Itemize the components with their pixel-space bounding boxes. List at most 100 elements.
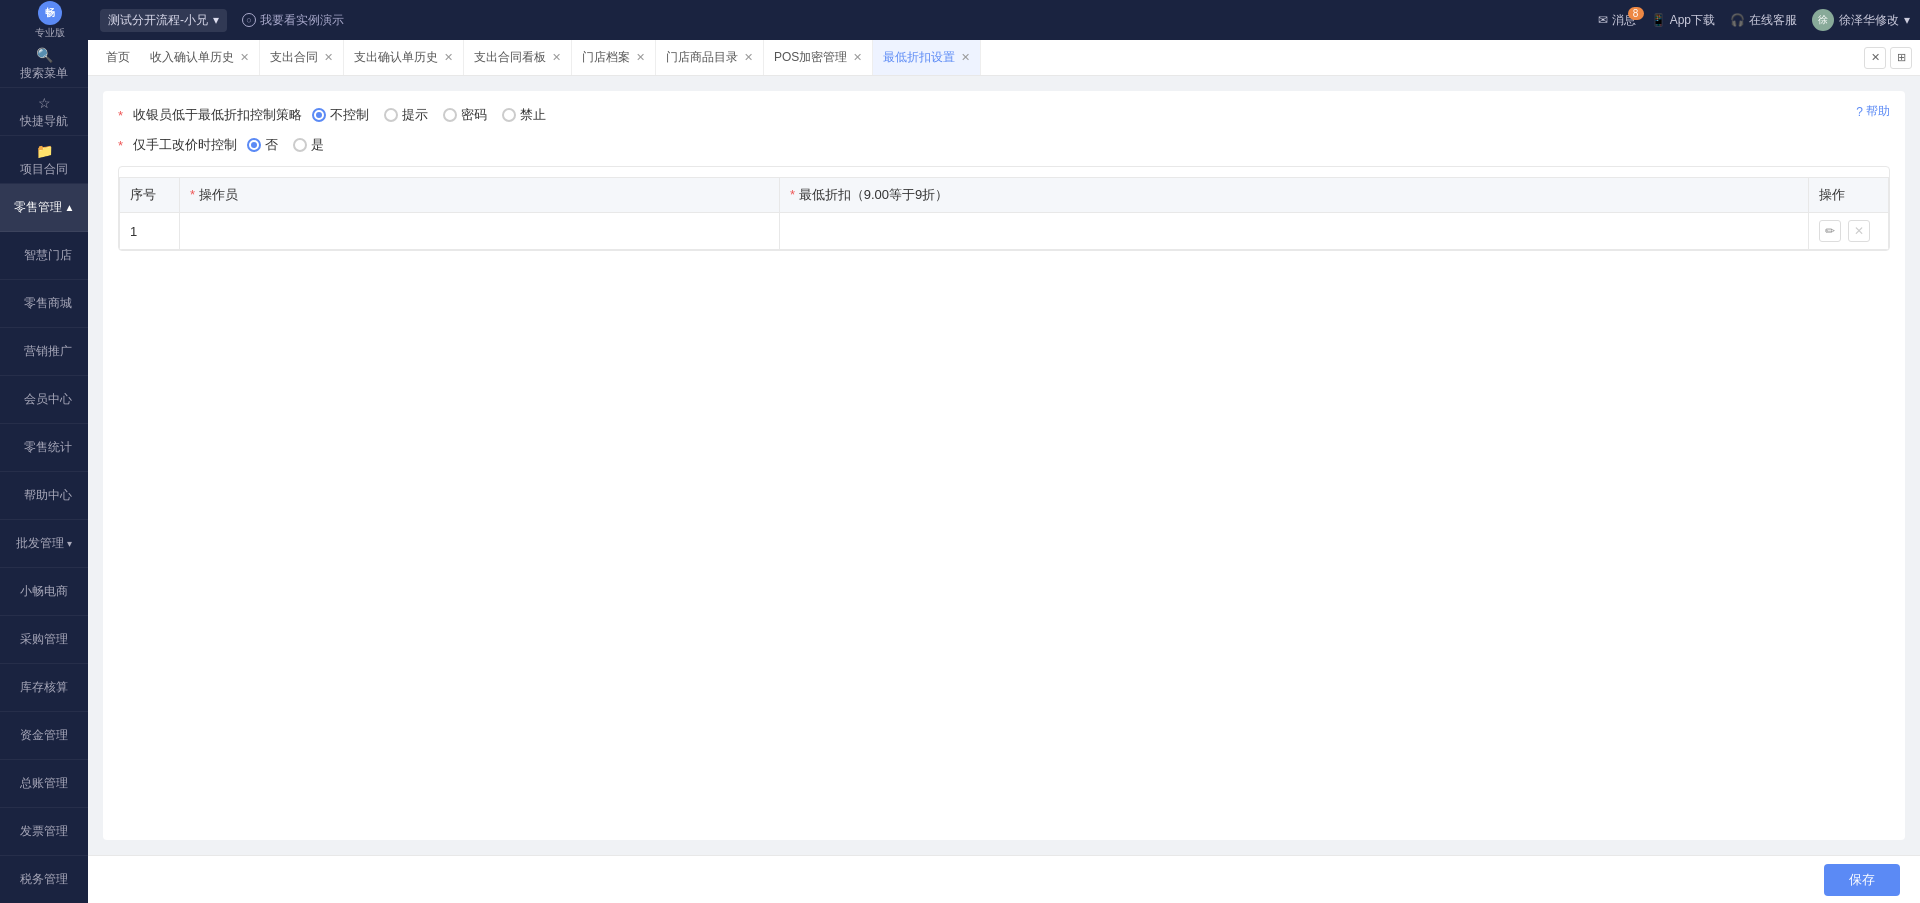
content-area: 首页 收入确认单历史 ✕ 支出合同 ✕ 支出确认单历史 ✕ 支出合同看板 ✕ 门… bbox=[88, 40, 1920, 903]
tab-store-archive[interactable]: 门店档案 ✕ bbox=[572, 40, 656, 76]
project-selector[interactable]: 测试分开流程-小兄 ▾ bbox=[100, 9, 227, 32]
sidebar-item-project[interactable]: 📁 项目合同 bbox=[0, 136, 88, 184]
sidebar-item-inventory[interactable]: 库存核算 bbox=[0, 664, 88, 712]
close-payment-contract-tab[interactable]: ✕ bbox=[324, 51, 333, 64]
sidebar-item-retail[interactable]: 零售管理 ▲ bbox=[0, 184, 88, 232]
sidebar-item-online-store[interactable]: 零售商城 bbox=[0, 280, 88, 328]
sidebar-item-tax[interactable]: 税务管理 bbox=[0, 856, 88, 903]
close-pos-password-tab[interactable]: ✕ bbox=[853, 51, 862, 64]
radio-manual-no-circle bbox=[247, 138, 261, 152]
sidebar-item-smart-store[interactable]: 智慧门店 bbox=[0, 232, 88, 280]
tab-actions: ✕ ⊞ bbox=[1864, 47, 1912, 69]
customer-service-button[interactable]: 🎧 在线客服 bbox=[1730, 12, 1797, 29]
project-name: 测试分开流程-小兄 bbox=[108, 12, 208, 29]
tab-min-discount[interactable]: 最低折扣设置 ✕ bbox=[873, 40, 981, 76]
close-income-history-tab[interactable]: ✕ bbox=[240, 51, 249, 64]
policy-required-star: * bbox=[118, 108, 123, 123]
sidebar-label-shortcut: 快捷导航 bbox=[20, 114, 68, 130]
sidebar-label-tax: 税务管理 bbox=[20, 872, 68, 888]
cell-min-discount bbox=[780, 213, 1809, 250]
tab-store-products[interactable]: 门店商品目录 ✕ bbox=[656, 40, 764, 76]
sidebar-item-help[interactable]: 帮助中心 bbox=[0, 472, 88, 520]
policy-no-control[interactable]: 不控制 bbox=[312, 106, 369, 124]
sidebar-item-marketing[interactable]: 营销推广 bbox=[0, 328, 88, 376]
app-download-button[interactable]: 📱 App下载 bbox=[1651, 12, 1715, 29]
sidebar-item-ecommerce[interactable]: 小畅电商 bbox=[0, 568, 88, 616]
sidebar-label-wholesale: 批发管理 bbox=[16, 536, 64, 552]
policy-form-row: * 收银员低于最低折扣控制策略 不控制 提示 bbox=[118, 106, 1890, 124]
close-payment-confirm-history-tab[interactable]: ✕ bbox=[444, 51, 453, 64]
table-body: 1 ✏ ✕ bbox=[120, 213, 1889, 250]
wholesale-arrow-icon: ▾ bbox=[67, 537, 72, 550]
th-actions: 操作 bbox=[1809, 178, 1889, 213]
sidebar-label-member: 会员中心 bbox=[24, 392, 72, 408]
radio-manual-yes-circle bbox=[293, 138, 307, 152]
policy-password[interactable]: 密码 bbox=[443, 106, 487, 124]
manual-no[interactable]: 否 bbox=[247, 136, 278, 154]
tab-home[interactable]: 首页 bbox=[96, 40, 140, 76]
sidebar-label-search: 搜索菜单 bbox=[20, 66, 68, 82]
retail-arrow-icon: ▲ bbox=[65, 201, 75, 214]
phone-icon: 📱 bbox=[1651, 13, 1666, 27]
avatar: 徐 bbox=[1812, 9, 1834, 31]
logo-area: 畅 专业版 bbox=[10, 1, 90, 40]
policy-radio-group: 不控制 提示 密码 禁止 bbox=[312, 106, 546, 124]
sidebar-label-help: 帮助中心 bbox=[24, 488, 72, 504]
tab-income-history[interactable]: 收入确认单历史 ✕ bbox=[140, 40, 260, 76]
tab-payment-confirm-history[interactable]: 支出确认单历史 ✕ bbox=[344, 40, 464, 76]
sidebar-label-ecommerce: 小畅电商 bbox=[20, 584, 68, 600]
close-store-archive-tab[interactable]: ✕ bbox=[636, 51, 645, 64]
sidebar-item-search[interactable]: 🔍 搜索菜单 bbox=[0, 40, 88, 88]
policy-hint[interactable]: 提示 bbox=[384, 106, 428, 124]
policy-forbid[interactable]: 禁止 bbox=[502, 106, 546, 124]
close-store-products-tab[interactable]: ✕ bbox=[744, 51, 753, 64]
sidebar-label-stats: 零售统计 bbox=[24, 440, 72, 456]
demo-link[interactable]: ○ 我要看实例演示 bbox=[242, 12, 344, 29]
folder-icon: 📁 bbox=[36, 142, 53, 160]
th-min-discount: * 最低折扣（9.00等于9折） bbox=[780, 178, 1809, 213]
sidebar-label-project: 项目合同 bbox=[20, 162, 68, 178]
save-button[interactable]: 保存 bbox=[1824, 864, 1900, 896]
close-payment-board-tab[interactable]: ✕ bbox=[552, 51, 561, 64]
top-header: 畅 专业版 测试分开流程-小兄 ▾ ○ 我要看实例演示 ✉ 消息 8 📱 App… bbox=[0, 0, 1920, 40]
sidebar-item-finance[interactable]: 资金管理 bbox=[0, 712, 88, 760]
radio-password-circle bbox=[443, 108, 457, 122]
restore-tab-button[interactable]: ⊞ bbox=[1890, 47, 1912, 69]
sidebar-label-finance: 资金管理 bbox=[20, 728, 68, 744]
tab-payment-board[interactable]: 支出合同看板 ✕ bbox=[464, 40, 572, 76]
sidebar-item-member[interactable]: 会员中心 bbox=[0, 376, 88, 424]
close-min-discount-tab[interactable]: ✕ bbox=[961, 51, 970, 64]
cell-actions: ✏ ✕ bbox=[1809, 213, 1889, 250]
policy-label: 收银员低于最低折扣控制策略 bbox=[133, 106, 302, 124]
main-layout: 🔍 搜索菜单 ☆ 快捷导航 📁 项目合同 零售管理 ▲ 智慧门店 零售商城 营销… bbox=[0, 40, 1920, 903]
sidebar-item-stats[interactable]: 零售统计 bbox=[0, 424, 88, 472]
sidebar-label-marketing: 营销推广 bbox=[24, 344, 72, 360]
edit-row-button[interactable]: ✏ bbox=[1819, 220, 1841, 242]
table-row: 1 ✏ ✕ bbox=[120, 213, 1889, 250]
sidebar-item-shortcut[interactable]: ☆ 快捷导航 bbox=[0, 88, 88, 136]
tab-payment-contract[interactable]: 支出合同 ✕ bbox=[260, 40, 344, 76]
sidebar-label-smart-store: 智慧门店 bbox=[24, 248, 72, 264]
logo-text: 专业版 bbox=[35, 26, 65, 40]
manual-yes[interactable]: 是 bbox=[293, 136, 324, 154]
help-button[interactable]: ? 帮助 bbox=[1856, 103, 1890, 120]
cell-operator bbox=[180, 213, 780, 250]
close-tab-button[interactable]: ✕ bbox=[1864, 47, 1886, 69]
sidebar-label-invoice: 发票管理 bbox=[20, 824, 68, 840]
messages-button[interactable]: ✉ 消息 8 bbox=[1598, 12, 1636, 29]
th-seq: 序号 bbox=[120, 178, 180, 213]
sidebar-item-invoice[interactable]: 发票管理 bbox=[0, 808, 88, 856]
sidebar-label-purchase: 采购管理 bbox=[20, 632, 68, 648]
sidebar-item-purchase[interactable]: 采购管理 bbox=[0, 616, 88, 664]
user-dropdown-icon: ▾ bbox=[1904, 13, 1910, 27]
message-icon: ✉ bbox=[1598, 13, 1608, 27]
user-info[interactable]: 徐 徐泽华修改 ▾ bbox=[1812, 9, 1910, 31]
sidebar-item-ledger[interactable]: 总账管理 bbox=[0, 760, 88, 808]
demo-circle-icon: ○ bbox=[242, 13, 256, 27]
tab-pos-password[interactable]: POS加密管理 ✕ bbox=[764, 40, 873, 76]
headset-icon: 🎧 bbox=[1730, 13, 1745, 27]
discount-table: 序号 * 操作员 * 最低折扣（9.00等于9折） 操作 bbox=[119, 177, 1889, 250]
delete-row-button[interactable]: ✕ bbox=[1848, 220, 1870, 242]
sidebar-item-wholesale[interactable]: 批发管理 ▾ bbox=[0, 520, 88, 568]
bottom-bar: 保存 bbox=[88, 855, 1920, 903]
